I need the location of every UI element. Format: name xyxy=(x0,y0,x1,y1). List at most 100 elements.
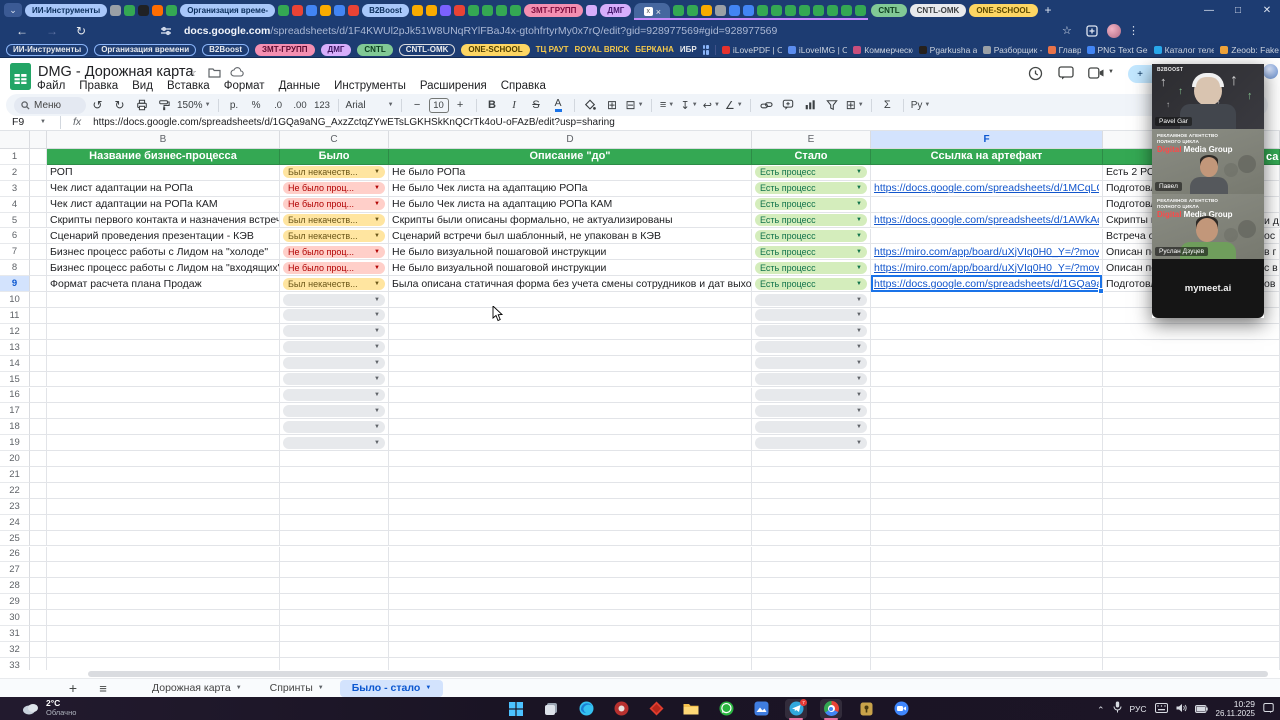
menu-формат[interactable]: Формат xyxy=(217,78,272,94)
tab-group-3[interactable]: ЗМТ-ГРУПП xyxy=(523,3,584,17)
status-chip[interactable]: Не было проц... ▼ xyxy=(283,245,385,258)
sheet-tab-2[interactable]: Было - стало ▼ xyxy=(339,679,444,697)
insert-chart-button[interactable] xyxy=(800,96,821,114)
empty-dropdown-chip[interactable]: ▼ xyxy=(283,404,385,417)
bookmark-folder-3[interactable]: ЗМТ-ГРУПП xyxy=(255,43,315,56)
cell-F29[interactable] xyxy=(871,594,1103,611)
cell-F31[interactable] xyxy=(871,626,1103,642)
cell-D8[interactable]: Не было визуальной пошаговой инструкции xyxy=(389,260,752,277)
browser-tab[interactable] xyxy=(334,4,346,16)
cell-G28[interactable] xyxy=(1103,578,1280,595)
cell-D29[interactable] xyxy=(389,594,752,611)
cell-D31[interactable] xyxy=(389,626,752,642)
cell-D20[interactable] xyxy=(389,451,752,467)
cell-G20[interactable] xyxy=(1103,451,1280,467)
row-header-10[interactable]: 10 xyxy=(0,292,30,308)
row-header-14[interactable]: 14 xyxy=(0,355,30,372)
input-tools-button[interactable]: Ру ▼ xyxy=(909,96,933,114)
cell-C23[interactable] xyxy=(280,498,389,515)
browser-tab[interactable] xyxy=(306,4,318,16)
empty-dropdown-chip[interactable]: ▼ xyxy=(283,357,385,370)
notifications-icon[interactable] xyxy=(1263,700,1274,718)
cell-G25[interactable] xyxy=(1103,530,1280,547)
cell-B14[interactable] xyxy=(47,355,280,372)
cell-B20[interactable] xyxy=(47,451,280,467)
empty-dropdown-chip[interactable]: ▼ xyxy=(283,293,385,306)
cell-G21[interactable] xyxy=(1103,467,1280,483)
cell-B27[interactable] xyxy=(47,562,280,579)
empty-dropdown-chip[interactable]: ▼ xyxy=(283,341,385,354)
cell-D6[interactable]: Сценарий встречи был шаблонный, не упако… xyxy=(389,228,752,245)
cell-B11[interactable] xyxy=(47,308,280,324)
cell-B5[interactable]: Скрипты первого контакта и назначения вс… xyxy=(47,212,280,229)
empty-dropdown-chip[interactable]: ▼ xyxy=(755,404,867,417)
bookmark-folder-1[interactable]: Организация времени xyxy=(94,43,197,56)
empty-dropdown-chip[interactable]: ▼ xyxy=(755,341,867,354)
cell-B18[interactable] xyxy=(47,419,280,436)
bookmark-text-1[interactable]: ROYAL BRICK xyxy=(575,45,630,54)
cell-C4[interactable]: Не было проц... ▼ xyxy=(280,196,389,213)
tab-group-4[interactable]: ДМГ xyxy=(600,3,632,17)
browser-tab[interactable] xyxy=(509,4,521,16)
bookmark-item-0[interactable]: iLovePDF | Онлайн... xyxy=(721,45,782,55)
cell-C25[interactable] xyxy=(280,530,389,547)
bookmark-item-3[interactable]: Pgarkusha at Taplink xyxy=(918,45,977,55)
column-header-A[interactable] xyxy=(30,131,47,149)
status-chip[interactable]: Есть процесс ▼ xyxy=(755,214,867,227)
microphone-tray-icon[interactable] xyxy=(1113,700,1122,718)
cell-C11[interactable]: ▼ xyxy=(280,308,389,324)
vertical-align-button[interactable]: ↧ ▼ xyxy=(679,96,700,114)
cell-C21[interactable] xyxy=(280,467,389,483)
status-chip[interactable]: Есть процесс ▼ xyxy=(755,182,867,195)
cell-A13[interactable] xyxy=(30,339,47,356)
cell-D21[interactable] xyxy=(389,467,752,483)
cell-A9[interactable] xyxy=(30,276,47,293)
header-cell-was[interactable]: Было xyxy=(280,149,389,165)
all-sheets-button[interactable]: ≡ xyxy=(90,681,116,696)
sheet-tab-0[interactable]: Дорожная карта ▼ xyxy=(140,680,254,697)
cell-C3[interactable]: Не было проц... ▼ xyxy=(280,180,389,197)
cell-B9[interactable]: Формат расчета плана Продаж xyxy=(47,276,280,293)
cell-E22[interactable] xyxy=(752,482,871,499)
empty-dropdown-chip[interactable]: ▼ xyxy=(755,420,867,433)
cell-B10[interactable] xyxy=(47,292,280,308)
cell-G27[interactable] xyxy=(1103,562,1280,579)
row-header-23[interactable]: 23 xyxy=(0,498,30,515)
cell-D10[interactable] xyxy=(389,292,752,308)
menu-данные[interactable]: Данные xyxy=(272,78,328,94)
cell-E17[interactable]: ▼ xyxy=(752,403,871,420)
cell-B31[interactable] xyxy=(47,626,280,642)
cell-D5[interactable]: Скрипты были описаны формально, не актуа… xyxy=(389,212,752,229)
cell-D30[interactable] xyxy=(389,610,752,626)
cell-C27[interactable] xyxy=(280,562,389,579)
cell-C22[interactable] xyxy=(280,482,389,499)
cell-G17[interactable] xyxy=(1103,403,1280,420)
browser-tab[interactable] xyxy=(467,4,479,16)
cell-E28[interactable] xyxy=(752,578,871,595)
cell-A24[interactable] xyxy=(30,514,47,531)
video-call-overlay[interactable]: ↑ ↑ ↑ ↑ ↑ ↑ B2BOOST Pavel Gar РЕКЛАМНОЕ АГЕНТСТВ… xyxy=(1152,64,1264,318)
cell-F15[interactable] xyxy=(871,371,1103,388)
formula-input[interactable]: https://docs.google.com/spreadsheets/d/1… xyxy=(93,117,1093,128)
cell-E29[interactable] xyxy=(752,594,871,611)
cell-E27[interactable] xyxy=(752,562,871,579)
status-chip[interactable]: Был некачеств... ▼ xyxy=(283,166,385,179)
cell-F18[interactable] xyxy=(871,419,1103,436)
cell-C2[interactable]: Был некачеств... ▼ xyxy=(280,164,389,181)
cell-A17[interactable] xyxy=(30,403,47,420)
empty-dropdown-chip[interactable]: ▼ xyxy=(283,309,385,322)
cell-G31[interactable] xyxy=(1103,626,1280,642)
cell-E15[interactable]: ▼ xyxy=(752,371,871,388)
cell-C19[interactable]: ▼ xyxy=(280,435,389,452)
cell-D4[interactable]: Не было Чек листа на адаптацию РОПа КАМ xyxy=(389,196,752,213)
row-header-7[interactable]: 7 xyxy=(0,244,30,261)
zoom-control[interactable]: 150% ▼ xyxy=(175,96,213,114)
merge-cells-button[interactable]: ⊟ ▼ xyxy=(624,96,646,114)
cell-E12[interactable]: ▼ xyxy=(752,323,871,340)
cell-G16[interactable] xyxy=(1103,387,1280,404)
sheet-views-button[interactable]: ⊞ ▼ xyxy=(844,96,866,114)
minimize-button[interactable]: — xyxy=(1196,5,1222,16)
cell-B6[interactable]: Сценарий проведения презентации - КЭВ xyxy=(47,228,280,245)
cell-C10[interactable]: ▼ xyxy=(280,292,389,308)
cell-B24[interactable] xyxy=(47,514,280,531)
